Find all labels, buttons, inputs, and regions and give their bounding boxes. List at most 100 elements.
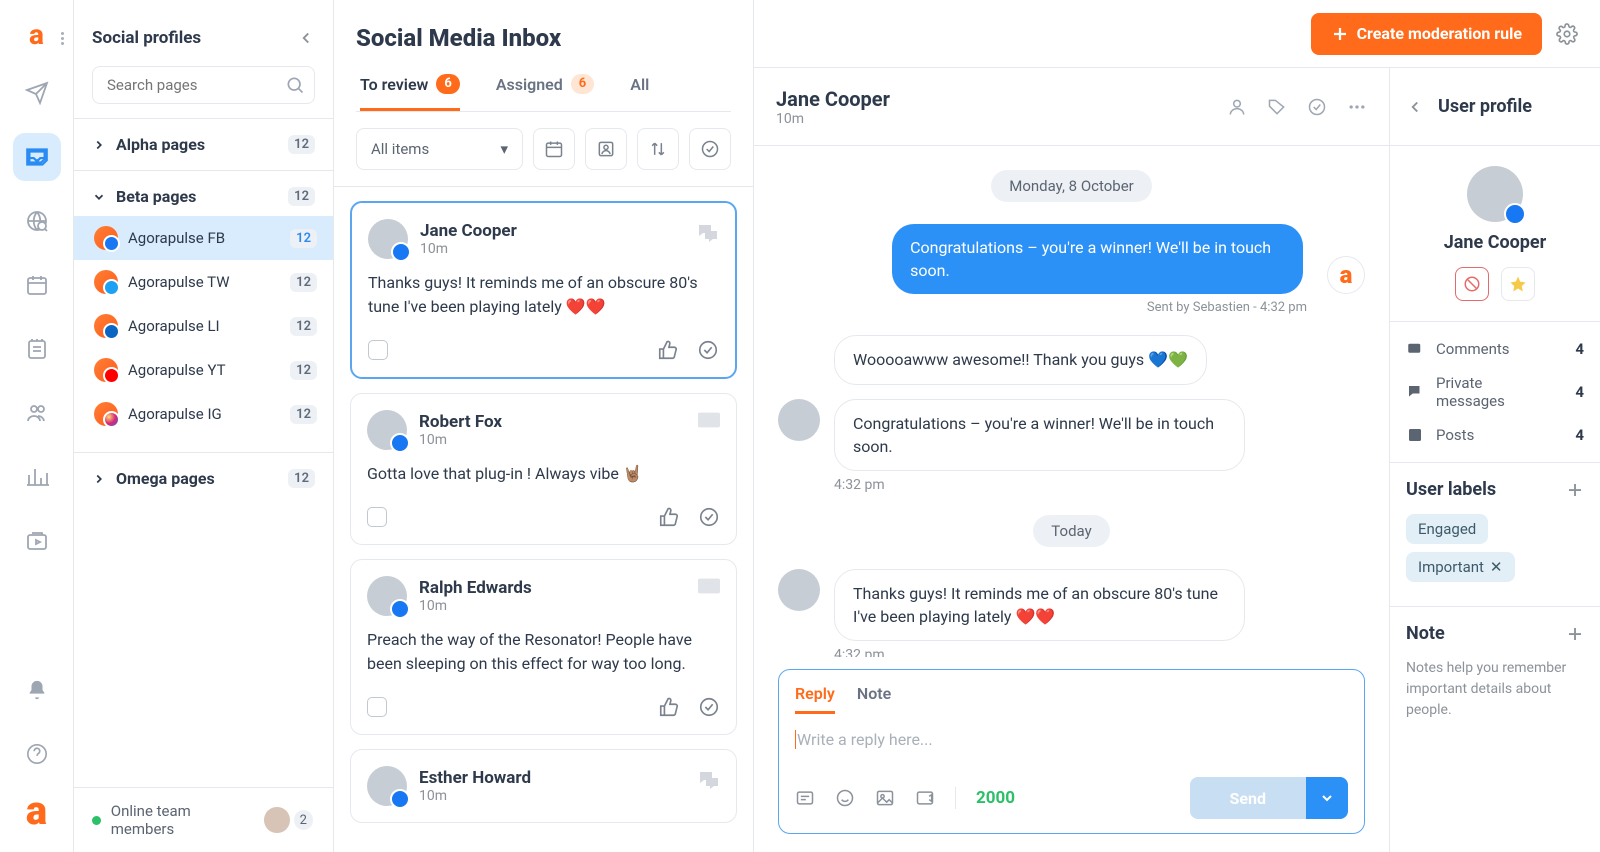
group-omega[interactable]: Omega pages 12 xyxy=(74,469,333,488)
stat-posts[interactable]: Posts 4 xyxy=(1406,418,1584,452)
page-agorapulse-yt[interactable]: Agorapulse YT 12 xyxy=(74,348,333,392)
saved-replies-icon[interactable] xyxy=(795,788,815,808)
assign-user-icon[interactable] xyxy=(1227,97,1247,117)
settings-icon[interactable] xyxy=(1556,23,1578,45)
nav-rail: a a xyxy=(0,0,74,852)
collapse-profiles-icon[interactable] xyxy=(297,29,315,47)
caret-down-icon: ▾ xyxy=(500,140,508,158)
create-moderation-rule-button[interactable]: Create moderation rule xyxy=(1311,13,1542,55)
nav-notes[interactable] xyxy=(13,325,61,373)
sort-button[interactable] xyxy=(637,128,679,170)
nav-notifications[interactable] xyxy=(13,666,61,714)
tag-icon[interactable] xyxy=(1267,97,1287,117)
stat-label: Comments xyxy=(1436,340,1510,358)
compose-tab-reply[interactable]: Reply xyxy=(795,684,835,714)
nav-reports[interactable] xyxy=(13,453,61,501)
check-circle-icon[interactable] xyxy=(697,339,719,361)
date-divider: Monday, 8 October xyxy=(991,170,1152,202)
group-beta[interactable]: Beta pages 12 xyxy=(74,187,333,206)
compose-tab-note[interactable]: Note xyxy=(857,684,891,714)
item-text: Thanks guys! It reminds me of an obscure… xyxy=(368,271,719,319)
nav-help[interactable] xyxy=(13,730,61,778)
user-profile-panel: User profile Jane Cooper Comments 4 Priv… xyxy=(1390,0,1600,852)
select-checkbox[interactable] xyxy=(367,697,387,717)
app-logo-large[interactable]: a xyxy=(13,786,61,834)
page-label: Agorapulse YT xyxy=(128,361,280,379)
group-alpha[interactable]: Alpha pages 12 xyxy=(74,135,333,154)
profile-name: Jane Cooper xyxy=(1444,232,1547,253)
ban-user-button[interactable] xyxy=(1455,267,1489,301)
star-user-button[interactable] xyxy=(1501,267,1535,301)
filter-label: All items xyxy=(371,140,429,158)
profile-title: User profile xyxy=(1438,96,1532,117)
nav-library[interactable] xyxy=(13,517,61,565)
item-author: Jane Cooper xyxy=(420,221,517,241)
filter-dropdown[interactable]: All items ▾ xyxy=(356,128,523,170)
nav-inbox[interactable] xyxy=(13,133,61,181)
check-circle-icon[interactable] xyxy=(698,696,720,718)
app-menu-dots[interactable] xyxy=(61,32,64,45)
page-agorapulse-tw[interactable]: Agorapulse TW 12 xyxy=(74,260,333,304)
add-label-icon[interactable] xyxy=(1566,481,1584,499)
inbox-item[interactable]: Esther Howard10m xyxy=(350,749,737,823)
chevron-right-icon xyxy=(92,472,106,486)
thread-user-name: Jane Cooper xyxy=(776,87,890,111)
item-author: Ralph Edwards xyxy=(419,578,532,598)
page-agorapulse-ig[interactable]: Agorapulse IG 12 xyxy=(74,392,333,436)
inbox-item[interactable]: Robert Fox10m Gotta love that plug-in ! … xyxy=(350,393,737,545)
like-icon[interactable] xyxy=(658,696,680,718)
user-filter-button[interactable] xyxy=(585,128,627,170)
nav-listening[interactable] xyxy=(13,197,61,245)
add-note-icon[interactable] xyxy=(1566,625,1584,643)
comments-icon xyxy=(1406,340,1424,358)
inbox-item[interactable]: Ralph Edwards10m Preach the way of the R… xyxy=(350,559,737,735)
inbox-item[interactable]: Jane Cooper10m Thanks guys! It reminds m… xyxy=(350,201,737,379)
gif-icon[interactable] xyxy=(915,788,935,808)
stat-private-messages[interactable]: Private messages 4 xyxy=(1406,366,1584,418)
item-author: Robert Fox xyxy=(419,412,502,432)
stat-comments[interactable]: Comments 4 xyxy=(1406,332,1584,366)
search-pages-input[interactable] xyxy=(92,66,315,104)
back-icon[interactable] xyxy=(1406,98,1424,116)
avatar xyxy=(367,576,407,616)
incoming-message: Wooooawww awesome!! Thank you guys 💙💚 xyxy=(834,335,1207,384)
comment-icon xyxy=(695,221,719,245)
avatar xyxy=(778,399,820,441)
app-logo[interactable]: a xyxy=(18,15,56,53)
nav-team[interactable] xyxy=(13,389,61,437)
online-team[interactable]: Online team members 2 xyxy=(74,787,333,852)
select-checkbox[interactable] xyxy=(367,507,387,527)
like-icon[interactable] xyxy=(658,506,680,528)
brand-avatar: a xyxy=(1327,256,1365,294)
mark-reviewed-button[interactable] xyxy=(689,128,731,170)
nav-send[interactable] xyxy=(13,69,61,117)
posts-icon xyxy=(1406,426,1424,444)
send-options-button[interactable] xyxy=(1306,777,1348,819)
review-icon[interactable] xyxy=(1307,97,1327,117)
page-count: 12 xyxy=(290,317,317,336)
image-icon[interactable] xyxy=(875,788,895,808)
tab-assigned[interactable]: Assigned 6 xyxy=(496,74,594,111)
user-label[interactable]: Important✕ xyxy=(1406,552,1515,582)
check-circle-icon[interactable] xyxy=(698,506,720,528)
outgoing-message: Congratulations – you're a winner! We'll… xyxy=(892,224,1303,294)
emoji-icon[interactable] xyxy=(835,788,855,808)
page-label: Agorapulse FB xyxy=(128,229,280,247)
send-button[interactable]: Send xyxy=(1190,777,1306,819)
page-agorapulse-fb[interactable]: Agorapulse FB 12 xyxy=(74,216,333,260)
tab-to-review[interactable]: To review 6 xyxy=(360,74,460,111)
user-label[interactable]: Engaged xyxy=(1406,514,1488,544)
like-icon[interactable] xyxy=(657,339,679,361)
date-filter-button[interactable] xyxy=(533,128,575,170)
nav-calendar[interactable] xyxy=(13,261,61,309)
reply-input[interactable]: Write a reply here... xyxy=(795,730,1348,749)
stat-value: 4 xyxy=(1575,383,1584,401)
item-author: Esther Howard xyxy=(419,768,531,788)
page-agorapulse-li[interactable]: Agorapulse LI 12 xyxy=(74,304,333,348)
more-icon[interactable] xyxy=(1347,97,1367,117)
select-checkbox[interactable] xyxy=(368,340,388,360)
tab-all[interactable]: All xyxy=(630,74,649,111)
remove-label-icon[interactable]: ✕ xyxy=(1490,558,1503,576)
item-time: 10m xyxy=(419,598,532,614)
conversation-thread: Jane Cooper10m Monday, 8 October Congrat… xyxy=(754,0,1390,852)
